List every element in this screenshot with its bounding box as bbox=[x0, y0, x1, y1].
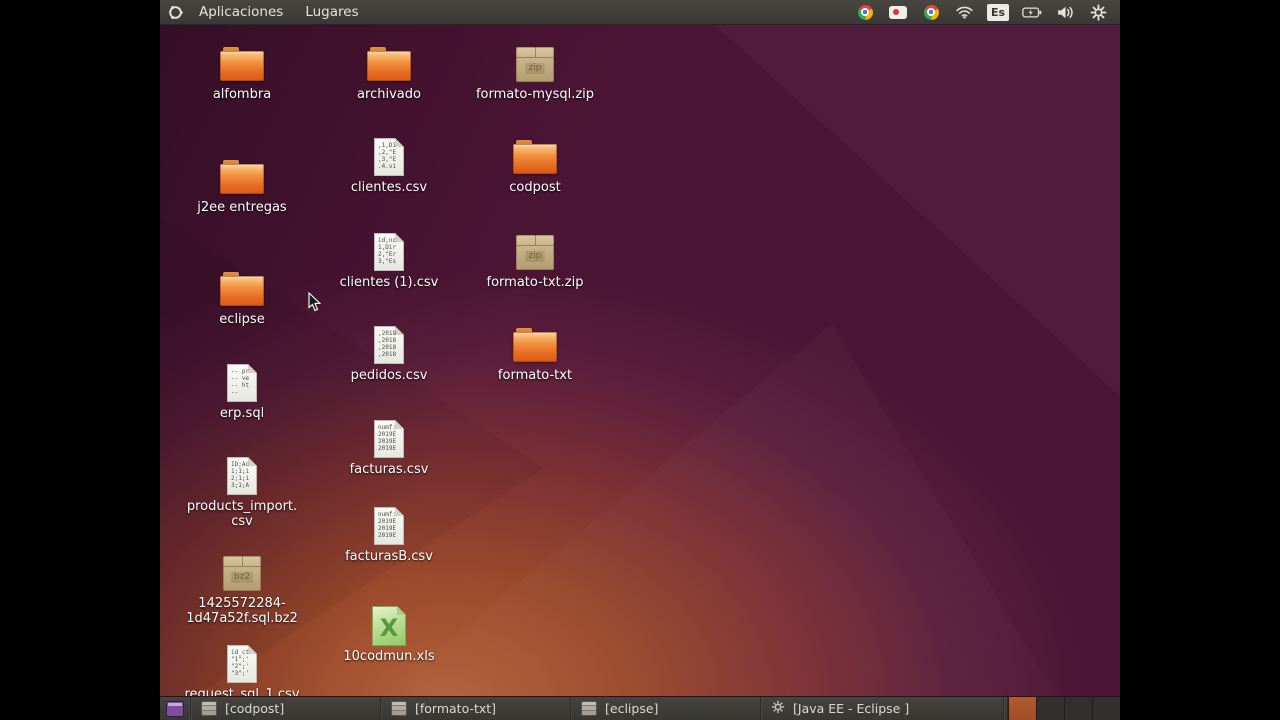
file-manager-icon bbox=[201, 701, 217, 716]
desktop-icon-label: alfombra bbox=[212, 87, 272, 102]
show-desktop-button[interactable] bbox=[160, 697, 191, 720]
desktop-icon-label: erp.sql bbox=[219, 406, 265, 421]
taskbar-button-label: [codpost] bbox=[225, 701, 285, 716]
archive-type-badge: bz2 bbox=[230, 571, 254, 583]
archive-type-badge: zip bbox=[525, 250, 545, 262]
desktop-icon-request-sql-1-csv[interactable]: id_ct "1";' "2";' "3";' request_sql_1.csv bbox=[177, 642, 307, 702]
archive-box-icon: zip bbox=[470, 42, 600, 86]
text-file-icon: numf: 2019E 2019E 2019E bbox=[324, 504, 454, 548]
taskbar-button-label: [Java EE - Eclipse ] bbox=[793, 701, 910, 716]
desktop-icon-formato-mysql-zip[interactable]: zip formato-mysql.zip bbox=[470, 42, 600, 102]
archive-box-icon: bz2 bbox=[177, 551, 307, 595]
text-file-icon: -- pr -- ve -- ht -- bbox=[177, 361, 307, 405]
menu-lugares[interactable]: Lugares bbox=[297, 1, 366, 23]
spreadsheet-icon: X bbox=[324, 604, 454, 648]
text-file-icon: ,1,Di ,2,"E ,3,"E .4.vi bbox=[324, 135, 454, 179]
desktop-icon-alfombra[interactable]: alfombra bbox=[177, 42, 307, 102]
folder-icon bbox=[177, 155, 307, 199]
taskbar-button-codpost[interactable]: [codpost] bbox=[191, 697, 381, 720]
screen-recorder-icon[interactable] bbox=[888, 2, 908, 22]
workspace-switcher bbox=[1008, 697, 1120, 720]
ubuntu-logo-icon[interactable] bbox=[165, 2, 185, 22]
folder-icon bbox=[324, 42, 454, 86]
desktop-icon-label: clientes.csv bbox=[350, 180, 428, 195]
desktop-icon-erp-sql[interactable]: -- pr -- ve -- ht -- erp.sql bbox=[177, 361, 307, 421]
desktop-icon-label: clientes (1).csv bbox=[339, 275, 439, 290]
desktop-icon-label: formato-txt bbox=[497, 368, 573, 383]
file-manager-icon bbox=[581, 701, 597, 716]
workspace-2[interactable] bbox=[1036, 697, 1064, 720]
desktop-icon-clientes-1-csv[interactable]: id,nc 1,Dir 2,"Er 3,"Es clientes (1).csv bbox=[324, 230, 454, 290]
desktop-icon-label: facturasB.csv bbox=[345, 549, 433, 564]
workspace-3[interactable] bbox=[1064, 697, 1092, 720]
text-file-icon: numf: 2019E 2019E 2019E bbox=[324, 417, 454, 461]
desktop-icon-label: products_import. csv bbox=[186, 499, 298, 529]
desktop-icon-pedidos-csv[interactable]: ,2018 ,2018 ,2018 ,2018 pedidos.csv bbox=[324, 323, 454, 383]
show-desktop-icon bbox=[166, 700, 184, 717]
desktop-icon-j2ee-entregas[interactable]: j2ee entregas bbox=[177, 155, 307, 215]
volume-icon[interactable] bbox=[1055, 2, 1075, 22]
desktop-icon-eclipse[interactable]: eclipse bbox=[177, 267, 307, 327]
ubuntu-desktop: Aplicaciones Lugares Es alfombra archiva… bbox=[160, 0, 1120, 720]
desktop-icon-label: codpost bbox=[509, 180, 561, 195]
desktop-icon-label: pedidos.csv bbox=[350, 368, 428, 383]
mouse-cursor bbox=[308, 291, 322, 316]
taskbar-button-label: [eclipse] bbox=[605, 701, 659, 716]
desktop-icon-facturas-csv[interactable]: numf: 2019E 2019E 2019E facturas.csv bbox=[324, 417, 454, 477]
system-tray: Es bbox=[855, 2, 1120, 22]
taskbar: [codpost] [formato-txt] [eclipse] [Java EE … bbox=[160, 696, 1120, 720]
desktop-icon-label: facturas.csv bbox=[349, 462, 429, 477]
desktop-icon-label: formato-mysql.zip bbox=[475, 87, 595, 102]
folder-icon bbox=[177, 42, 307, 86]
desktop-icon-label: 10codmun.xls bbox=[343, 649, 435, 664]
desktop-icon-clientes-csv[interactable]: ,1,Di ,2,"E ,3,"E .4.vi clientes.csv bbox=[324, 135, 454, 195]
desktop-icon-formato-txt-zip[interactable]: zip formato-txt.zip bbox=[470, 230, 600, 290]
desktop-icon-1425572284-1d47a52f-sql-bz2[interactable]: bz2 1425572284- 1d47a52f.sql.bz2 bbox=[177, 551, 307, 626]
text-file-icon: ,2018 ,2018 ,2018 ,2018 bbox=[324, 323, 454, 367]
taskbar-button-java-ee-eclipse[interactable]: [Java EE - Eclipse ] bbox=[761, 697, 1004, 720]
workspace-1-active[interactable] bbox=[1008, 697, 1036, 720]
desktop-icon-label: eclipse bbox=[219, 312, 265, 327]
desktop-icon-formato-txt[interactable]: formato-txt bbox=[470, 323, 600, 383]
desktop-icon-codpost[interactable]: codpost bbox=[470, 135, 600, 195]
taskbar-button-eclipse[interactable]: [eclipse] bbox=[571, 697, 761, 720]
folder-icon bbox=[470, 135, 600, 179]
folder-icon bbox=[470, 323, 600, 367]
desktop-icon-archivado[interactable]: archivado bbox=[324, 42, 454, 102]
wifi-icon[interactable] bbox=[954, 2, 974, 22]
taskbar-button-label: [formato-txt] bbox=[415, 701, 497, 716]
text-file-icon: id_ct "1";' "2";' "3";' bbox=[177, 642, 307, 686]
archive-type-badge: zip bbox=[525, 62, 545, 74]
battery-icon[interactable] bbox=[1022, 2, 1042, 22]
session-gear-icon[interactable] bbox=[1088, 2, 1108, 22]
top-panel: Aplicaciones Lugares Es bbox=[160, 0, 1120, 25]
taskbar-button-formato-txt[interactable]: [formato-txt] bbox=[381, 697, 571, 720]
folder-icon bbox=[177, 267, 307, 311]
panel-menus: Aplicaciones Lugares bbox=[160, 1, 367, 23]
menu-aplicaciones[interactable]: Aplicaciones bbox=[191, 1, 291, 23]
desktop-icon-10codmun-xls[interactable]: X 10codmun.xls bbox=[324, 604, 454, 664]
desktop-icon-label: 1425572284- 1d47a52f.sql.bz2 bbox=[186, 596, 298, 626]
task-buttons: [codpost] [formato-txt] [eclipse] [Java EE … bbox=[191, 697, 1004, 720]
keyboard-layout-indicator[interactable]: Es bbox=[987, 3, 1009, 21]
desktop-icon-label: formato-txt.zip bbox=[486, 275, 584, 290]
stage: Aplicaciones Lugares Es alfombra archiva… bbox=[0, 0, 1280, 720]
text-file-icon: id,nc 1,Dir 2,"Er 3,"Es bbox=[324, 230, 454, 274]
text-file-icon: ID;Ac 1;1;i 2;1;i 3;1;A bbox=[177, 454, 307, 498]
desktop-icon-facturasb-csv[interactable]: numf: 2019E 2019E 2019E facturasB.csv bbox=[324, 504, 454, 564]
chrome-icon[interactable] bbox=[855, 2, 875, 22]
archive-box-icon: zip bbox=[470, 230, 600, 274]
desktop-icon-label: archivado bbox=[357, 87, 421, 102]
desktop-icon-label: j2ee entregas bbox=[197, 200, 287, 215]
eclipse-icon bbox=[771, 700, 785, 717]
desktop-icon-products-import-csv[interactable]: ID;Ac 1;1;i 2;1;i 3;1;A products_import. … bbox=[177, 454, 307, 529]
workspace-4[interactable] bbox=[1092, 697, 1120, 720]
file-manager-icon bbox=[391, 701, 407, 716]
chrome-icon[interactable] bbox=[921, 2, 941, 22]
